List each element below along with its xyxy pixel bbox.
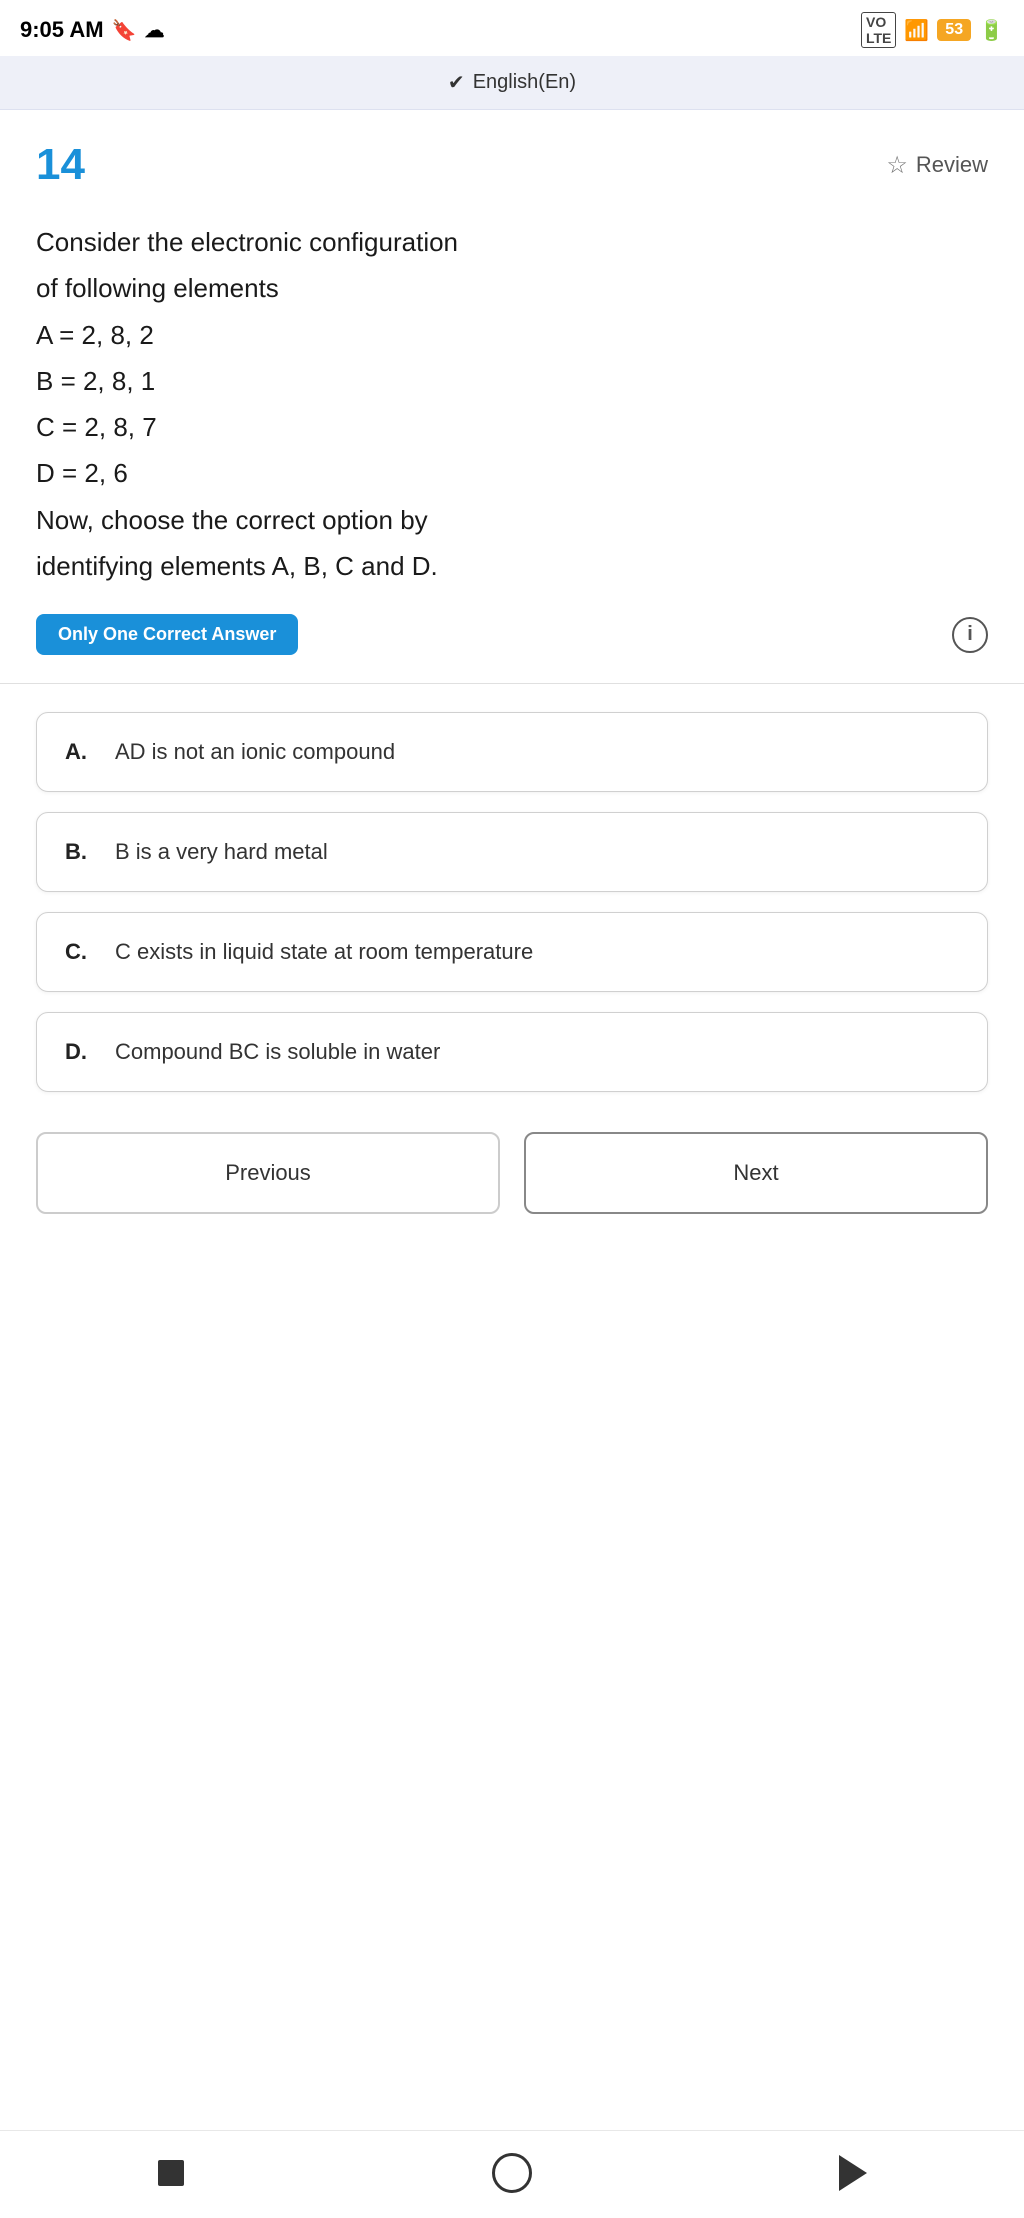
previous-button[interactable]: Previous: [36, 1132, 500, 1214]
question-number: 14: [36, 140, 85, 190]
option-b[interactable]: B. B is a very hard metal: [36, 812, 988, 892]
cloud-icon: ☁: [144, 18, 164, 43]
time-display: 9:05 AM: [20, 17, 104, 43]
main-content: 14 ☆ Review Consider the electronic conf…: [0, 110, 1024, 1702]
review-button[interactable]: ☆ Review: [886, 151, 988, 180]
option-a-text: AD is not an ionic compound: [115, 739, 395, 765]
question-line-4: identifying elements A, B, C and D.: [36, 546, 988, 586]
battery-display: 53: [937, 19, 971, 41]
language-selector[interactable]: ✔ English(En): [448, 70, 576, 95]
bottom-navigation-bar: [0, 2130, 1024, 2218]
answer-type-row: Only One Correct Answer i: [36, 614, 988, 655]
option-d[interactable]: D. Compound BC is soluble in water: [36, 1012, 988, 1092]
spacer: [0, 1702, 1024, 2130]
next-button[interactable]: Next: [524, 1132, 988, 1214]
question-line-1: Consider the electronic configuration: [36, 222, 988, 262]
option-a[interactable]: A. AD is not an ionic compound: [36, 712, 988, 792]
option-a-label: A.: [65, 739, 95, 765]
question-line-3: Now, choose the correct option by: [36, 500, 988, 540]
question-text: Consider the electronic configuration of…: [36, 222, 988, 586]
back-arrow-icon: [839, 2155, 867, 2191]
options-list: A. AD is not an ionic compound B. B is a…: [36, 712, 988, 1092]
option-c-label: C.: [65, 939, 95, 965]
nav-square-button[interactable]: [147, 2149, 195, 2197]
option-b-label: B.: [65, 839, 95, 865]
config-a: A = 2, 8, 2: [36, 315, 988, 355]
option-d-text: Compound BC is soluble in water: [115, 1039, 440, 1065]
option-b-text: B is a very hard metal: [115, 839, 328, 865]
status-right-area: VOLTE 📶 53 🔋: [861, 12, 1004, 48]
status-bar: 9:05 AM 🔖 ☁ VOLTE 📶 53 🔋: [0, 0, 1024, 56]
star-icon: ☆: [886, 151, 908, 180]
option-d-label: D.: [65, 1039, 95, 1065]
vo-lte-label: VOLTE: [861, 12, 896, 48]
notification-icon: 🔖: [112, 18, 137, 43]
option-c[interactable]: C. C exists in liquid state at room temp…: [36, 912, 988, 992]
nav-back-button[interactable]: [829, 2149, 877, 2197]
info-icon[interactable]: i: [952, 617, 988, 653]
answer-type-badge: Only One Correct Answer: [36, 614, 298, 655]
nav-buttons: Previous Next: [36, 1132, 988, 1214]
review-label: Review: [916, 152, 988, 178]
battery-icon: 🔋: [979, 18, 1004, 43]
info-symbol: i: [967, 623, 973, 646]
section-divider: [0, 683, 1024, 684]
language-bar[interactable]: ✔ English(En): [0, 56, 1024, 110]
config-d: D = 2, 6: [36, 453, 988, 493]
network-bars-icon: 📶: [904, 18, 929, 43]
option-c-text: C exists in liquid state at room tempera…: [115, 939, 533, 965]
question-line-2: of following elements: [36, 268, 988, 308]
config-c: C = 2, 8, 7: [36, 407, 988, 447]
question-header: 14 ☆ Review: [36, 140, 988, 190]
checkmark-icon: ✔: [448, 70, 465, 95]
status-time-area: 9:05 AM 🔖 ☁: [20, 17, 164, 43]
config-b: B = 2, 8, 1: [36, 361, 988, 401]
nav-home-button[interactable]: [488, 2149, 536, 2197]
language-label: English(En): [473, 71, 576, 94]
circle-icon: [492, 2153, 532, 2193]
square-icon: [158, 2160, 184, 2186]
